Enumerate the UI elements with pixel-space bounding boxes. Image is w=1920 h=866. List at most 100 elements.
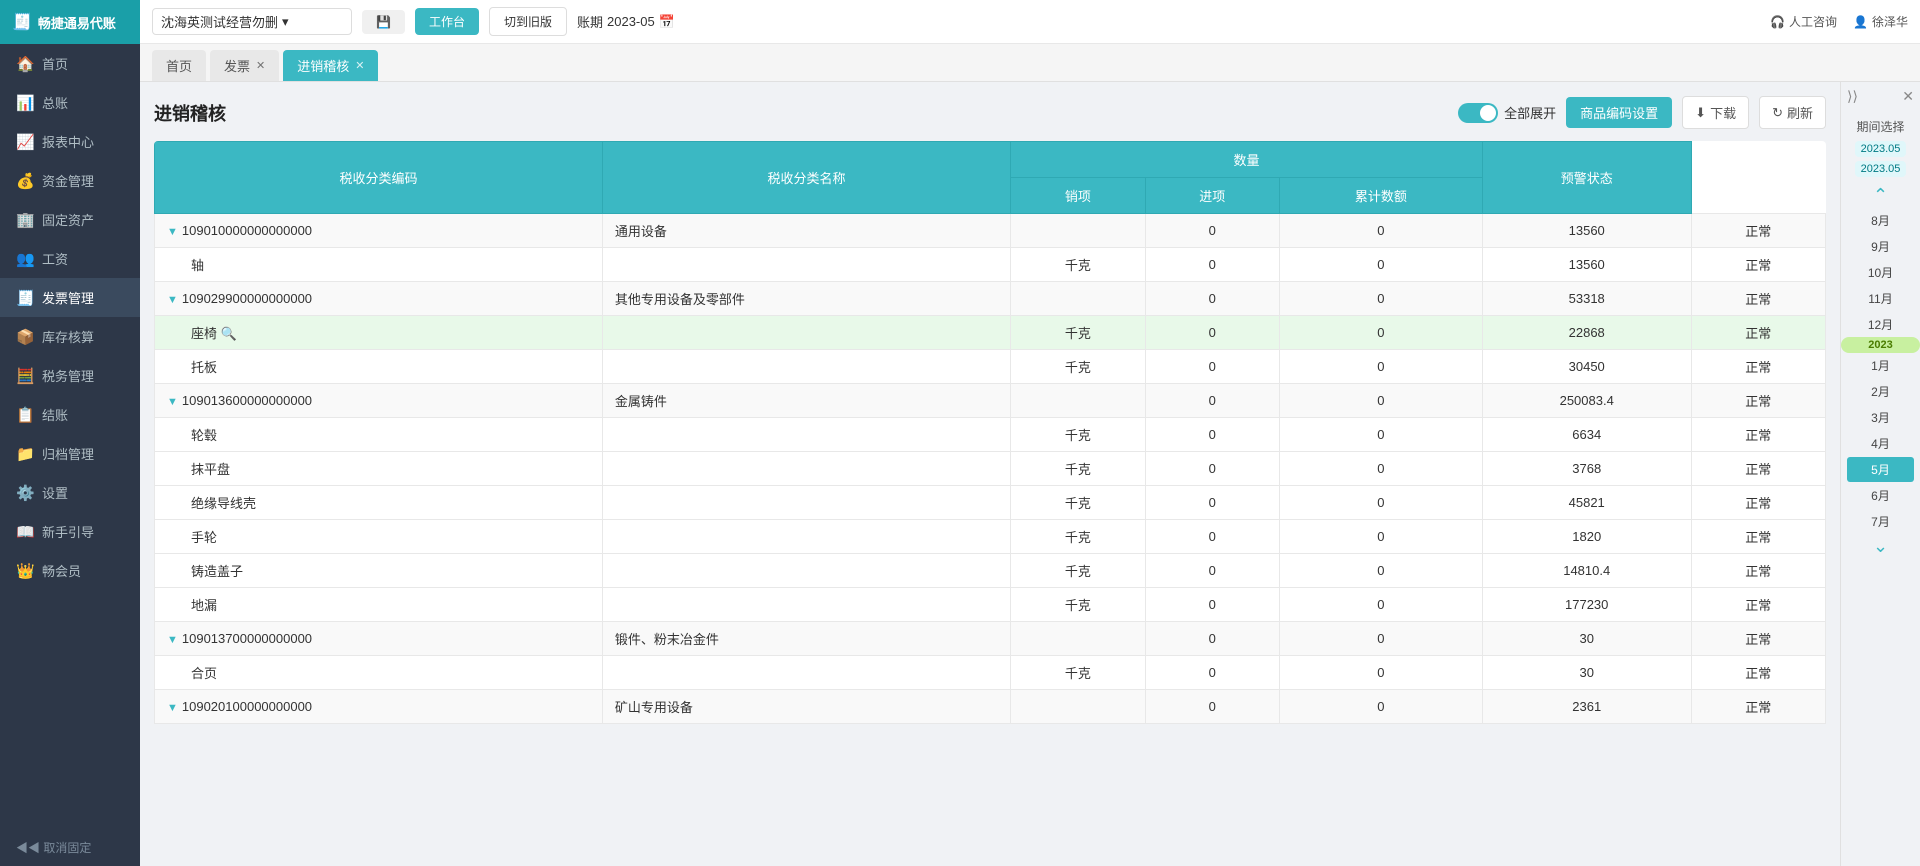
refresh-label: 刷新	[1787, 103, 1813, 122]
nav-icon: 📦	[16, 328, 34, 346]
th-tax-name: 税收分类名称	[602, 142, 1010, 214]
table-row-name	[602, 656, 1010, 690]
selected-period-1: 2023.05	[1855, 141, 1907, 157]
table-row-sale-in: 0	[1279, 622, 1482, 656]
table-row-status: 正常	[1691, 690, 1825, 724]
period-month-8月[interactable]: 8月	[1847, 208, 1914, 233]
sidebar-item-归档管理[interactable]: 📁归档管理	[0, 434, 140, 473]
nav-label: 发票管理	[42, 288, 94, 307]
period-month-1月[interactable]: 1月	[1847, 353, 1914, 378]
table-row-unit: 千克	[1011, 656, 1145, 690]
refresh-button[interactable]: ↻ 刷新	[1759, 96, 1826, 129]
save-button[interactable]: 💾	[362, 10, 405, 34]
table-row-code: 铸造盖子	[155, 554, 603, 588]
panel-close-icon[interactable]: ✕	[1902, 88, 1914, 105]
oldver-button[interactable]: 切到旧版	[489, 7, 567, 36]
table-row-sale-in: 0	[1279, 520, 1482, 554]
table-row-total: 30	[1482, 656, 1691, 690]
table-row-name: 金属铸件	[602, 384, 1010, 418]
tab-close-icon[interactable]: ✕	[256, 59, 265, 72]
company-selector[interactable]: 沈海英测试经营勿删 ▾	[152, 8, 352, 35]
calendar-icon: 📅	[659, 14, 675, 30]
product-code-button[interactable]: 商品编码设置	[1566, 97, 1672, 128]
page-actions: 全部展开 商品编码设置 ⬇ 下载 ↻ 刷新	[1458, 96, 1826, 129]
table-row-total: 2361	[1482, 690, 1691, 724]
download-button[interactable]: ⬇ 下载	[1682, 96, 1749, 129]
refresh-icon: ↻	[1772, 105, 1783, 121]
content-area: 进销稽核 全部展开 商品编码设置 ⬇ 下载 ↻ 刷新	[140, 82, 1920, 866]
period-month-12月[interactable]: 12月	[1847, 312, 1914, 337]
nav-icon: 🏠	[16, 55, 34, 73]
nav-icon: 📈	[16, 133, 34, 151]
table-row-sale-in: 0	[1279, 316, 1482, 350]
sidebar-item-税务管理[interactable]: 🧮税务管理	[0, 356, 140, 395]
table-row-code: 轴	[155, 248, 603, 282]
period-month-5月[interactable]: 5月	[1847, 457, 1914, 482]
workbench-button[interactable]: 工作台	[415, 8, 479, 35]
service-button[interactable]: 🎧 人工咨询	[1770, 13, 1837, 30]
th-sale-in: 进项	[1145, 178, 1279, 214]
th-tax-code: 税收分类编码	[155, 142, 603, 214]
table-row-name	[602, 554, 1010, 588]
sidebar-item-首页[interactable]: 🏠首页	[0, 44, 140, 83]
period-month-11月[interactable]: 11月	[1847, 286, 1914, 311]
tab-close-icon[interactable]: ✕	[355, 59, 364, 72]
table-row-sale-in: 0	[1279, 384, 1482, 418]
period-down-arrow[interactable]: ⌄	[1873, 536, 1888, 557]
tab-首页[interactable]: 首页	[152, 50, 206, 81]
period-month-9月[interactable]: 9月	[1847, 234, 1914, 259]
expand-toggle[interactable]	[1458, 103, 1498, 123]
table-row-sale-in: 0	[1279, 418, 1482, 452]
group-arrow-icon: ▼	[167, 634, 178, 646]
sidebar-nav: 🏠首页📊总账📈报表中心💰资金管理🏢固定资产👥工资🧾发票管理📦库存核算🧮税务管理📋…	[0, 44, 140, 829]
period-month-10月[interactable]: 10月	[1847, 260, 1914, 285]
th-sale-out: 销项	[1011, 178, 1145, 214]
table-row-unit: 千克	[1011, 554, 1145, 588]
table-row-unit: 千克	[1011, 418, 1145, 452]
sidebar-item-固定资产[interactable]: 🏢固定资产	[0, 200, 140, 239]
period-up-arrow[interactable]: ⌃	[1873, 185, 1888, 206]
sidebar-footer[interactable]: ◀◀ 取消固定	[0, 829, 140, 866]
table-row-total: 3768	[1482, 452, 1691, 486]
table-row-sale-out: 0	[1145, 690, 1279, 724]
period-month-4月[interactable]: 4月	[1847, 431, 1914, 456]
table-row-status: 正常	[1691, 282, 1825, 316]
period-month-2月[interactable]: 2月	[1847, 379, 1914, 404]
table-row-name: 通用设备	[602, 214, 1010, 248]
search-icon[interactable]: 🔍	[221, 326, 237, 341]
period-month-3月[interactable]: 3月	[1847, 405, 1914, 430]
sidebar-item-库存核算[interactable]: 📦库存核算	[0, 317, 140, 356]
sidebar-item-设置[interactable]: ⚙️设置	[0, 473, 140, 512]
nav-label: 总账	[42, 93, 68, 112]
table-row-unit	[1011, 214, 1145, 248]
period-month-6月[interactable]: 6月	[1847, 483, 1914, 508]
table-row-sale-out: 0	[1145, 486, 1279, 520]
table-row-sale-out: 0	[1145, 554, 1279, 588]
table-row-name	[602, 486, 1010, 520]
sidebar-item-新手引导[interactable]: 📖新手引导	[0, 512, 140, 551]
th-status: 预警状态	[1482, 142, 1691, 214]
table-row-sale-in: 0	[1279, 486, 1482, 520]
sidebar-item-工资[interactable]: 👥工资	[0, 239, 140, 278]
tab-发票[interactable]: 发票✕	[210, 50, 279, 81]
table-row-unit	[1011, 622, 1145, 656]
nav-icon: 🏢	[16, 211, 34, 229]
sidebar-item-结账[interactable]: 📋结账	[0, 395, 140, 434]
period-display: 账期 2023-05 📅	[577, 12, 675, 31]
nav-icon: 📖	[16, 523, 34, 541]
nav-label: 设置	[42, 483, 68, 502]
service-label: 人工咨询	[1789, 13, 1837, 30]
period-month-7月[interactable]: 7月	[1847, 509, 1914, 534]
tab-进销稽核[interactable]: 进销稽核✕	[283, 50, 378, 81]
panel-expand-icon[interactable]: ⟩⟩	[1847, 88, 1858, 105]
sidebar-item-畅会员[interactable]: 👑畅会员	[0, 551, 140, 590]
table-row-name: 矿山专用设备	[602, 690, 1010, 724]
year-2023-tag: 2023	[1841, 337, 1920, 353]
sidebar-item-总账[interactable]: 📊总账	[0, 83, 140, 122]
nav-icon: 💰	[16, 172, 34, 190]
sidebar-item-报表中心[interactable]: 📈报表中心	[0, 122, 140, 161]
main-table-wrap: 税收分类编码 税收分类名称 数量 预警状态 销项 进项 累计数额 ▼109010	[154, 141, 1826, 852]
sidebar-item-发票管理[interactable]: 🧾发票管理	[0, 278, 140, 317]
sidebar-item-资金管理[interactable]: 💰资金管理	[0, 161, 140, 200]
table-row-total: 45821	[1482, 486, 1691, 520]
